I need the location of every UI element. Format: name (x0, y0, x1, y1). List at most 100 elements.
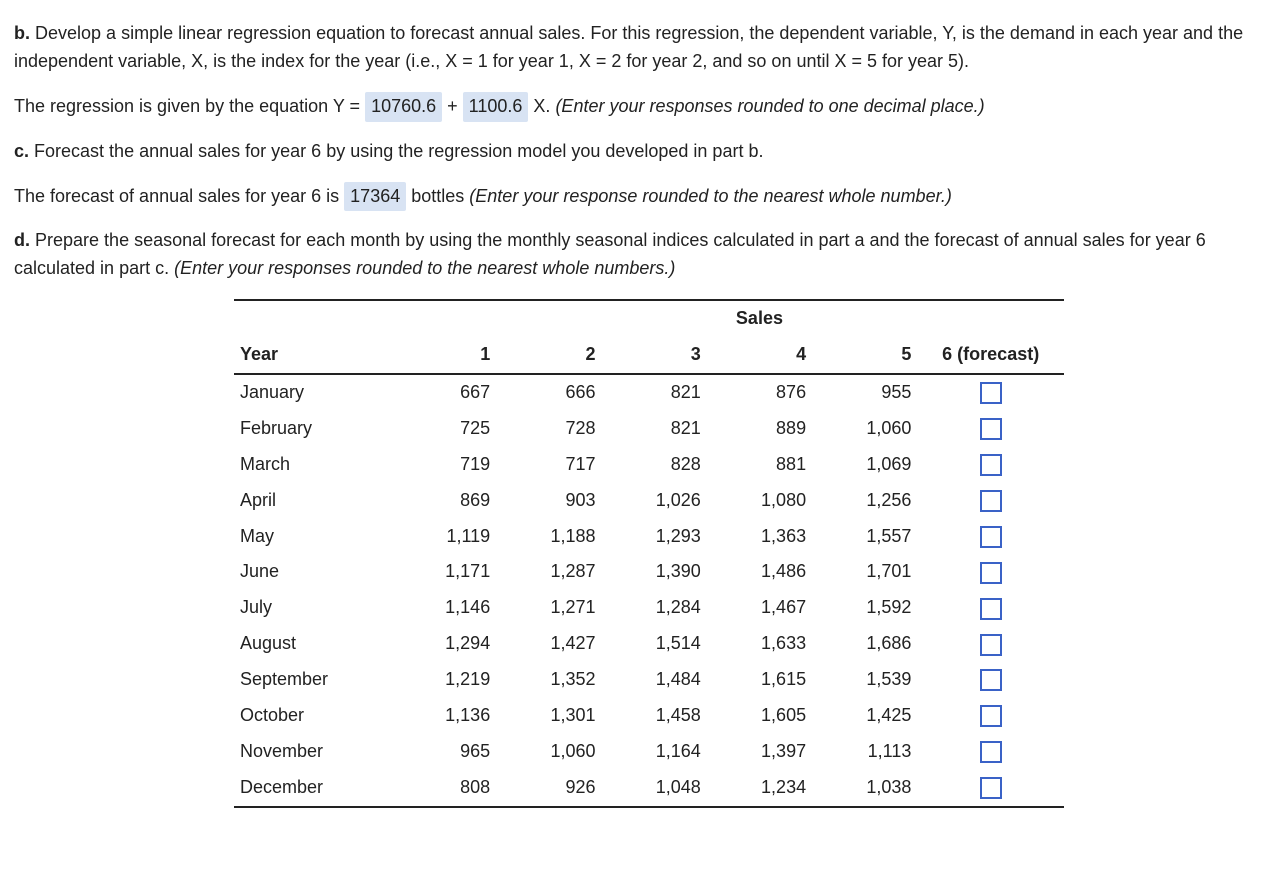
table-row: September1,2191,3521,4841,6151,539 (234, 662, 1064, 698)
table-row: June1,1711,2871,3901,4861,701 (234, 554, 1064, 590)
forecast-input[interactable] (980, 669, 1002, 691)
forecast-cell (917, 554, 1064, 590)
value-cell: 719 (391, 447, 496, 483)
table-row: August1,2941,4271,5141,6331,686 (234, 626, 1064, 662)
value-cell: 1,615 (707, 662, 812, 698)
value-cell: 1,293 (602, 519, 707, 555)
forecast-input[interactable] (980, 598, 1002, 620)
forecast-input[interactable] (980, 705, 1002, 727)
value-cell: 1,164 (602, 734, 707, 770)
forecast-prefix: The forecast of annual sales for year 6 … (14, 186, 344, 206)
value-cell: 1,171 (391, 554, 496, 590)
value-cell: 1,557 (812, 519, 917, 555)
value-cell: 1,701 (812, 554, 917, 590)
month-cell: March (234, 447, 391, 483)
value-cell: 1,060 (812, 411, 917, 447)
part-d-prompt: d. Prepare the seasonal forecast for eac… (14, 227, 1266, 283)
part-b-prompt: b. Develop a simple linear regression eq… (14, 20, 1266, 76)
value-cell: 1,113 (812, 734, 917, 770)
regression-intercept[interactable]: 10760.6 (365, 92, 442, 122)
forecast-input[interactable] (980, 418, 1002, 440)
value-cell: 1,352 (496, 662, 601, 698)
forecast-input[interactable] (980, 526, 1002, 548)
forecast-input[interactable] (980, 634, 1002, 656)
value-cell: 889 (707, 411, 812, 447)
value-cell: 1,633 (707, 626, 812, 662)
month-cell: June (234, 554, 391, 590)
forecast-input[interactable] (980, 454, 1002, 476)
forecast-cell (917, 590, 1064, 626)
forecast-year6[interactable]: 17364 (344, 182, 406, 212)
forecast-input[interactable] (980, 382, 1002, 404)
value-cell: 1,060 (496, 734, 601, 770)
part-b-text: Develop a simple linear regression equat… (14, 23, 1243, 71)
forecast-cell (917, 626, 1064, 662)
value-cell: 1,256 (812, 483, 917, 519)
value-cell: 1,219 (391, 662, 496, 698)
table-row: July1,1461,2711,2841,4671,592 (234, 590, 1064, 626)
value-cell: 965 (391, 734, 496, 770)
month-cell: January (234, 374, 391, 411)
forecast-cell (917, 519, 1064, 555)
value-cell: 1,458 (602, 698, 707, 734)
value-cell: 1,119 (391, 519, 496, 555)
value-cell: 1,397 (707, 734, 812, 770)
part-c-prompt: c. Forecast the annual sales for year 6 … (14, 138, 1266, 166)
value-cell: 955 (812, 374, 917, 411)
regression-plus: + (447, 96, 463, 116)
forecast-line: The forecast of annual sales for year 6 … (14, 182, 1266, 212)
value-cell: 876 (707, 374, 812, 411)
month-cell: August (234, 626, 391, 662)
table-row: April8699031,0261,0801,256 (234, 483, 1064, 519)
month-cell: April (234, 483, 391, 519)
regression-slope[interactable]: 1100.6 (463, 92, 529, 122)
forecast-cell (917, 411, 1064, 447)
table-row: December8089261,0481,2341,038 (234, 770, 1064, 807)
regression-line: The regression is given by the equation … (14, 92, 1266, 122)
value-cell: 869 (391, 483, 496, 519)
col-forecast: 6 (forecast) (917, 337, 1064, 374)
forecast-input[interactable] (980, 490, 1002, 512)
forecast-cell (917, 698, 1064, 734)
table-row: October1,1361,3011,4581,6051,425 (234, 698, 1064, 734)
value-cell: 1,136 (391, 698, 496, 734)
forecast-cell (917, 734, 1064, 770)
value-cell: 725 (391, 411, 496, 447)
forecast-input[interactable] (980, 562, 1002, 584)
value-cell: 1,146 (391, 590, 496, 626)
part-d-label: d. (14, 230, 30, 250)
month-cell: November (234, 734, 391, 770)
value-cell: 1,425 (812, 698, 917, 734)
value-cell: 1,048 (602, 770, 707, 807)
value-cell: 1,284 (602, 590, 707, 626)
value-cell: 808 (391, 770, 496, 807)
value-cell: 1,069 (812, 447, 917, 483)
value-cell: 1,484 (602, 662, 707, 698)
part-c-hint: (Enter your response rounded to the near… (469, 186, 952, 206)
value-cell: 926 (496, 770, 601, 807)
forecast-input[interactable] (980, 777, 1002, 799)
year-label: Year (234, 337, 391, 374)
regression-prefix: The regression is given by the equation … (14, 96, 365, 116)
forecast-input[interactable] (980, 741, 1002, 763)
col-4: 4 (707, 337, 812, 374)
value-cell: 666 (496, 374, 601, 411)
value-cell: 667 (391, 374, 496, 411)
month-cell: May (234, 519, 391, 555)
part-c-label: c. (14, 141, 29, 161)
value-cell: 881 (707, 447, 812, 483)
sales-table-wrap: Sales Year 1 2 3 4 5 6 (forecast) Januar… (234, 299, 1064, 807)
sales-table: Sales Year 1 2 3 4 5 6 (forecast) Januar… (234, 299, 1064, 807)
forecast-cell (917, 447, 1064, 483)
value-cell: 821 (602, 374, 707, 411)
value-cell: 1,605 (707, 698, 812, 734)
value-cell: 1,467 (707, 590, 812, 626)
table-row: May1,1191,1881,2931,3631,557 (234, 519, 1064, 555)
value-cell: 728 (496, 411, 601, 447)
table-row: February7257288218891,060 (234, 411, 1064, 447)
forecast-cell (917, 483, 1064, 519)
value-cell: 1,026 (602, 483, 707, 519)
value-cell: 1,514 (602, 626, 707, 662)
part-b-hint: (Enter your responses rounded to one dec… (555, 96, 984, 116)
table-row: March7197178288811,069 (234, 447, 1064, 483)
